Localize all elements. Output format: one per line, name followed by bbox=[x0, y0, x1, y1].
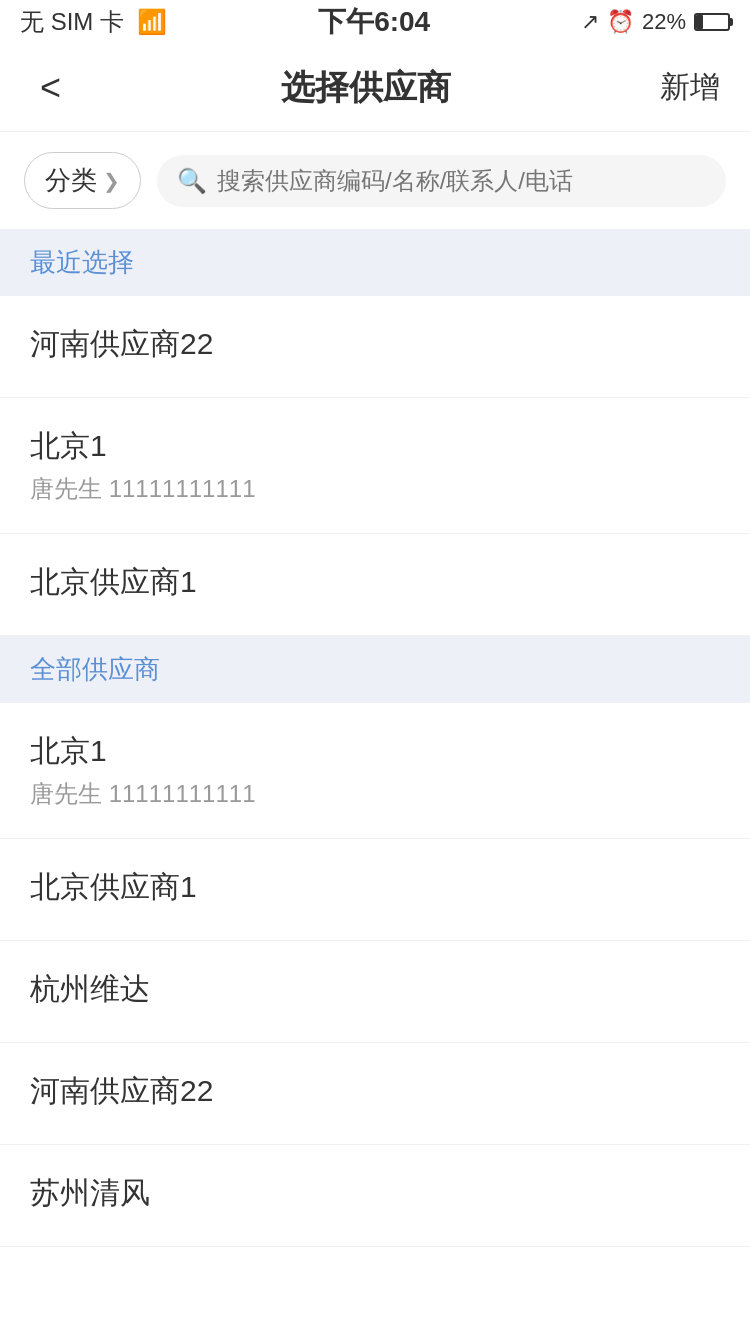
search-icon: 🔍 bbox=[177, 167, 207, 195]
category-label: 分类 bbox=[45, 163, 97, 198]
battery-text: 22% bbox=[642, 9, 686, 35]
back-button[interactable]: < bbox=[30, 57, 71, 119]
alarm-icon: ⏰ bbox=[607, 9, 634, 35]
item-name: 北京1 bbox=[30, 731, 720, 772]
add-button[interactable]: 新增 bbox=[660, 67, 720, 108]
item-sub: 唐先生 11111111111 bbox=[30, 778, 720, 810]
chevron-right-icon: ❯ bbox=[103, 169, 120, 193]
list-item[interactable]: 北京1 唐先生 11111111111 bbox=[0, 398, 750, 534]
list-item[interactable]: 北京供应商1 bbox=[0, 534, 750, 636]
list-item[interactable]: 河南供应商22 bbox=[0, 1043, 750, 1145]
list-item[interactable]: 杭州维达 bbox=[0, 941, 750, 1043]
item-sub: 唐先生 11111111111 bbox=[30, 473, 720, 505]
search-bar: 分类 ❯ 🔍 bbox=[0, 132, 750, 229]
search-wrapper: 🔍 bbox=[157, 155, 726, 207]
status-time: 下午6:04 bbox=[318, 3, 430, 41]
list-item[interactable]: 北京供应商1 bbox=[0, 839, 750, 941]
battery-icon bbox=[694, 13, 730, 31]
all-section-header: 全部供应商 bbox=[0, 636, 750, 703]
recent-list: 河南供应商22 北京1 唐先生 11111111111 北京供应商1 bbox=[0, 296, 750, 636]
status-right: ↗ ⏰ 22% bbox=[581, 9, 730, 35]
status-network: 无 SIM 卡 📶 bbox=[20, 6, 167, 38]
item-name: 河南供应商22 bbox=[30, 1071, 720, 1112]
item-name: 北京1 bbox=[30, 426, 720, 467]
category-button[interactable]: 分类 ❯ bbox=[24, 152, 141, 209]
list-item[interactable]: 河南供应商22 bbox=[0, 296, 750, 398]
page-title: 选择供应商 bbox=[281, 65, 451, 111]
item-name: 苏州清风 bbox=[30, 1173, 720, 1214]
list-item[interactable]: 北京1 唐先生 11111111111 bbox=[0, 703, 750, 839]
item-name: 河南供应商22 bbox=[30, 324, 720, 365]
all-list: 北京1 唐先生 11111111111 北京供应商1 杭州维达 河南供应商22 … bbox=[0, 703, 750, 1247]
location-icon: ↗ bbox=[581, 9, 599, 35]
nav-bar: < 选择供应商 新增 bbox=[0, 44, 750, 132]
recent-section-label: 最近选择 bbox=[30, 247, 134, 277]
list-item[interactable]: 苏州清风 bbox=[0, 1145, 750, 1247]
item-name: 杭州维达 bbox=[30, 969, 720, 1010]
item-name: 北京供应商1 bbox=[30, 562, 720, 603]
item-name: 北京供应商1 bbox=[30, 867, 720, 908]
recent-section-header: 最近选择 bbox=[0, 229, 750, 296]
all-section-label: 全部供应商 bbox=[30, 654, 160, 684]
status-bar: 无 SIM 卡 📶 下午6:04 ↗ ⏰ 22% bbox=[0, 0, 750, 44]
search-input[interactable] bbox=[217, 167, 706, 195]
